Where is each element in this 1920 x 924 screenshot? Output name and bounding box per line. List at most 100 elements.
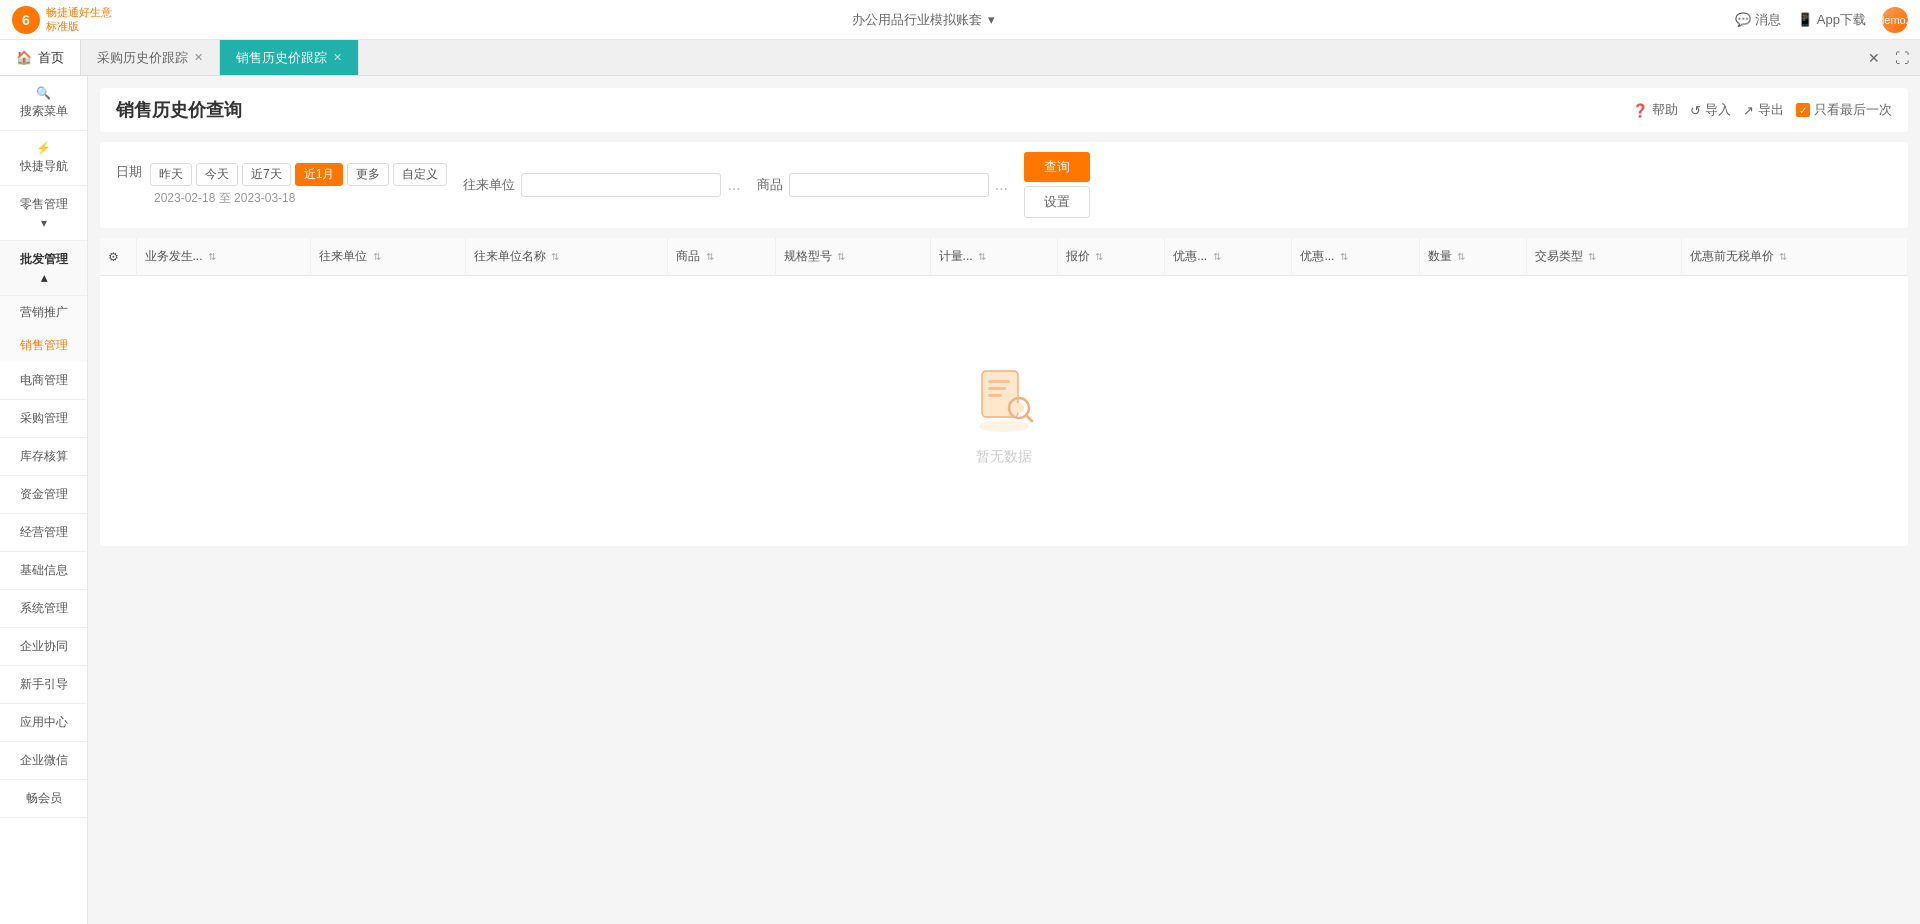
th-partner-name[interactable]: 往来单位名称 ⇅	[466, 238, 668, 276]
th-partner-code[interactable]: 往来单位 ⇅	[311, 238, 466, 276]
date-buttons: 昨天 今天 近7天 近1月 更多 自定义	[150, 163, 447, 186]
tab-purchase-history[interactable]: 采购历史价跟踪 ✕	[81, 40, 220, 75]
svg-rect-4	[988, 394, 1002, 397]
partner-input[interactable]	[521, 173, 721, 197]
content-area: 销售历史价查询 ❓ 帮助 ↺ 导入 ↗ 导出	[88, 76, 1920, 924]
nav-app-btn[interactable]: 📱 App下载	[1797, 11, 1866, 29]
date-btn-last7[interactable]: 近7天	[242, 163, 291, 186]
tab-home[interactable]: 🏠 首页	[0, 40, 81, 75]
nav-icon: ⚡	[36, 141, 51, 155]
sidebar-item-quick-nav[interactable]: ⚡ 快捷导航	[0, 131, 87, 186]
sidebar-item-purchase-mgmt[interactable]: 采购管理	[0, 400, 87, 438]
close-purchase-tab-icon[interactable]: ✕	[194, 51, 203, 64]
page-header: 销售历史价查询 ❓ 帮助 ↺ 导入 ↗ 导出	[100, 88, 1908, 132]
date-btn-more[interactable]: 更多	[347, 163, 389, 186]
sidebar-item-enterprise-wechat[interactable]: 企业微信	[0, 742, 87, 780]
tab-actions: ✕ ⛶	[1856, 40, 1920, 75]
th-trade-type[interactable]: 交易类型 ⇅	[1527, 238, 1682, 276]
sort-icon: ⇅	[208, 251, 216, 262]
svg-line-6	[1026, 415, 1032, 421]
data-table: ⚙ 业务发生... ⇅ 往来单位 ⇅ 往来单位名称	[100, 238, 1908, 276]
close-tab-btn[interactable]: ✕	[1864, 48, 1884, 68]
partner-dots-btn[interactable]: ...	[727, 176, 740, 194]
app-icon: 📱	[1797, 12, 1813, 27]
message-icon: 💬	[1735, 12, 1751, 27]
sidebar-item-wholesale-mgmt[interactable]: 批发管理 ▴	[0, 241, 87, 296]
svg-rect-2	[988, 380, 1010, 383]
th-biz-date[interactable]: 业务发生... ⇅	[136, 238, 311, 276]
th-discount1[interactable]: 优惠... ⇅	[1165, 238, 1292, 276]
sidebar-item-search-menu[interactable]: 🔍 搜索菜单	[0, 76, 87, 131]
sidebar-item-enterprise-coop[interactable]: 企业协同	[0, 628, 87, 666]
import-btn[interactable]: ↺ 导入	[1690, 101, 1731, 119]
chevron-up-icon: ▴	[41, 271, 47, 285]
sort-icon: ⇅	[1457, 251, 1465, 262]
svg-point-7	[1014, 403, 1024, 413]
user-area[interactable]: demo2	[1882, 7, 1908, 33]
th-discount2[interactable]: 优惠... ⇅	[1292, 238, 1419, 276]
close-sales-tab-icon[interactable]: ✕	[333, 51, 342, 64]
search-button[interactable]: 查询	[1024, 152, 1090, 182]
search-icon: 🔍	[36, 86, 51, 100]
sort-icon: ⇅	[1095, 251, 1103, 262]
date-btn-last1m[interactable]: 近1月	[295, 163, 344, 186]
logo-icon: 6	[12, 6, 40, 34]
goods-filter-group: 商品 ...	[757, 173, 1008, 197]
sidebar-item-app-center[interactable]: 应用中心	[0, 704, 87, 742]
sort-icon: ⇅	[1588, 251, 1596, 262]
help-btn[interactable]: ❓ 帮助	[1632, 101, 1678, 119]
topbar-left: 6 畅捷通好生意 标准版	[12, 6, 112, 34]
th-pretax-price[interactable]: 优惠前无税单价 ⇅	[1681, 238, 1907, 276]
sidebar-item-new-guide[interactable]: 新手引导	[0, 666, 87, 704]
logo-text: 畅捷通好生意 标准版	[46, 6, 112, 32]
main-layout: 🔍 搜索菜单 ⚡ 快捷导航 零售管理 ▾ 批发管理 ▴ 营销推广 销售管理 电商…	[0, 76, 1920, 924]
partner-filter-group: 往来单位 ...	[463, 173, 740, 197]
sidebar-item-member[interactable]: 畅会员	[0, 780, 87, 818]
th-quote[interactable]: 报价 ⇅	[1057, 238, 1164, 276]
date-btn-today[interactable]: 今天	[196, 163, 238, 186]
sidebar-item-inventory[interactable]: 库存核算	[0, 438, 87, 476]
tab-sales-history[interactable]: 销售历史价跟踪 ✕	[220, 40, 359, 75]
date-btn-custom[interactable]: 自定义	[393, 163, 447, 186]
home-icon: 🏠	[16, 50, 32, 65]
th-goods[interactable]: 商品 ⇅	[668, 238, 775, 276]
goods-dots-btn[interactable]: ...	[995, 176, 1008, 194]
empty-state: 暂无数据	[100, 276, 1908, 546]
app-selector[interactable]: 办公用品行业模拟账套 ▾	[852, 11, 995, 29]
nav-msg-btn[interactable]: 💬 消息	[1735, 11, 1781, 29]
th-spec[interactable]: 规格型号 ⇅	[775, 238, 930, 276]
th-unit[interactable]: 计量... ⇅	[930, 238, 1057, 276]
th-qty[interactable]: 数量 ⇅	[1419, 238, 1526, 276]
sort-icon: ⇅	[706, 251, 714, 262]
avatar: demo2	[1882, 7, 1908, 33]
filter-bar: 日期 昨天 今天 近7天 近1月 更多 自定义 2023-02-18 至 202…	[100, 142, 1908, 228]
goods-label: 商品	[757, 176, 783, 194]
only-last-checkbox[interactable]: 只看最后一次	[1796, 101, 1892, 119]
sidebar-item-marketing-promo[interactable]: 营销推广	[0, 296, 87, 329]
chevron-down-icon: ▾	[988, 12, 995, 27]
sort-icon: ⇅	[551, 251, 559, 262]
tab-spacer	[359, 40, 1856, 75]
expand-tab-btn[interactable]: ⛶	[1892, 48, 1912, 68]
export-btn[interactable]: ↗ 导出	[1743, 101, 1784, 119]
sidebar-item-ops-mgmt[interactable]: 经营管理	[0, 514, 87, 552]
sidebar-item-basic-info[interactable]: 基础信息	[0, 552, 87, 590]
page-title: 销售历史价查询	[116, 98, 242, 122]
svg-rect-3	[988, 387, 1006, 390]
sidebar-item-retail-mgmt[interactable]: 零售管理 ▾	[0, 186, 87, 241]
page-header-actions: ❓ 帮助 ↺ 导入 ↗ 导出 只看最后一次	[1632, 101, 1892, 119]
topbar-right: 💬 消息 📱 App下载 demo2	[1735, 7, 1908, 33]
goods-input[interactable]	[789, 173, 989, 197]
sidebar: 🔍 搜索菜单 ⚡ 快捷导航 零售管理 ▾ 批发管理 ▴ 营销推广 销售管理 电商…	[0, 76, 88, 924]
sort-icon: ⇅	[1779, 251, 1787, 262]
sidebar-item-sys-mgmt[interactable]: 系统管理	[0, 590, 87, 628]
sidebar-item-ecom-mgmt[interactable]: 电商管理	[0, 362, 87, 400]
sidebar-item-sales-mgmt[interactable]: 销售管理	[0, 329, 87, 362]
logo-area: 6 畅捷通好生意 标准版	[12, 6, 112, 34]
export-icon: ↗	[1743, 103, 1754, 118]
th-gear[interactable]: ⚙	[100, 238, 136, 276]
sidebar-item-finance-mgmt[interactable]: 资金管理	[0, 476, 87, 514]
date-btn-yesterday[interactable]: 昨天	[150, 163, 192, 186]
page-container: 销售历史价查询 ❓ 帮助 ↺ 导入 ↗ 导出	[88, 76, 1920, 558]
settings-button[interactable]: 设置	[1024, 186, 1090, 218]
